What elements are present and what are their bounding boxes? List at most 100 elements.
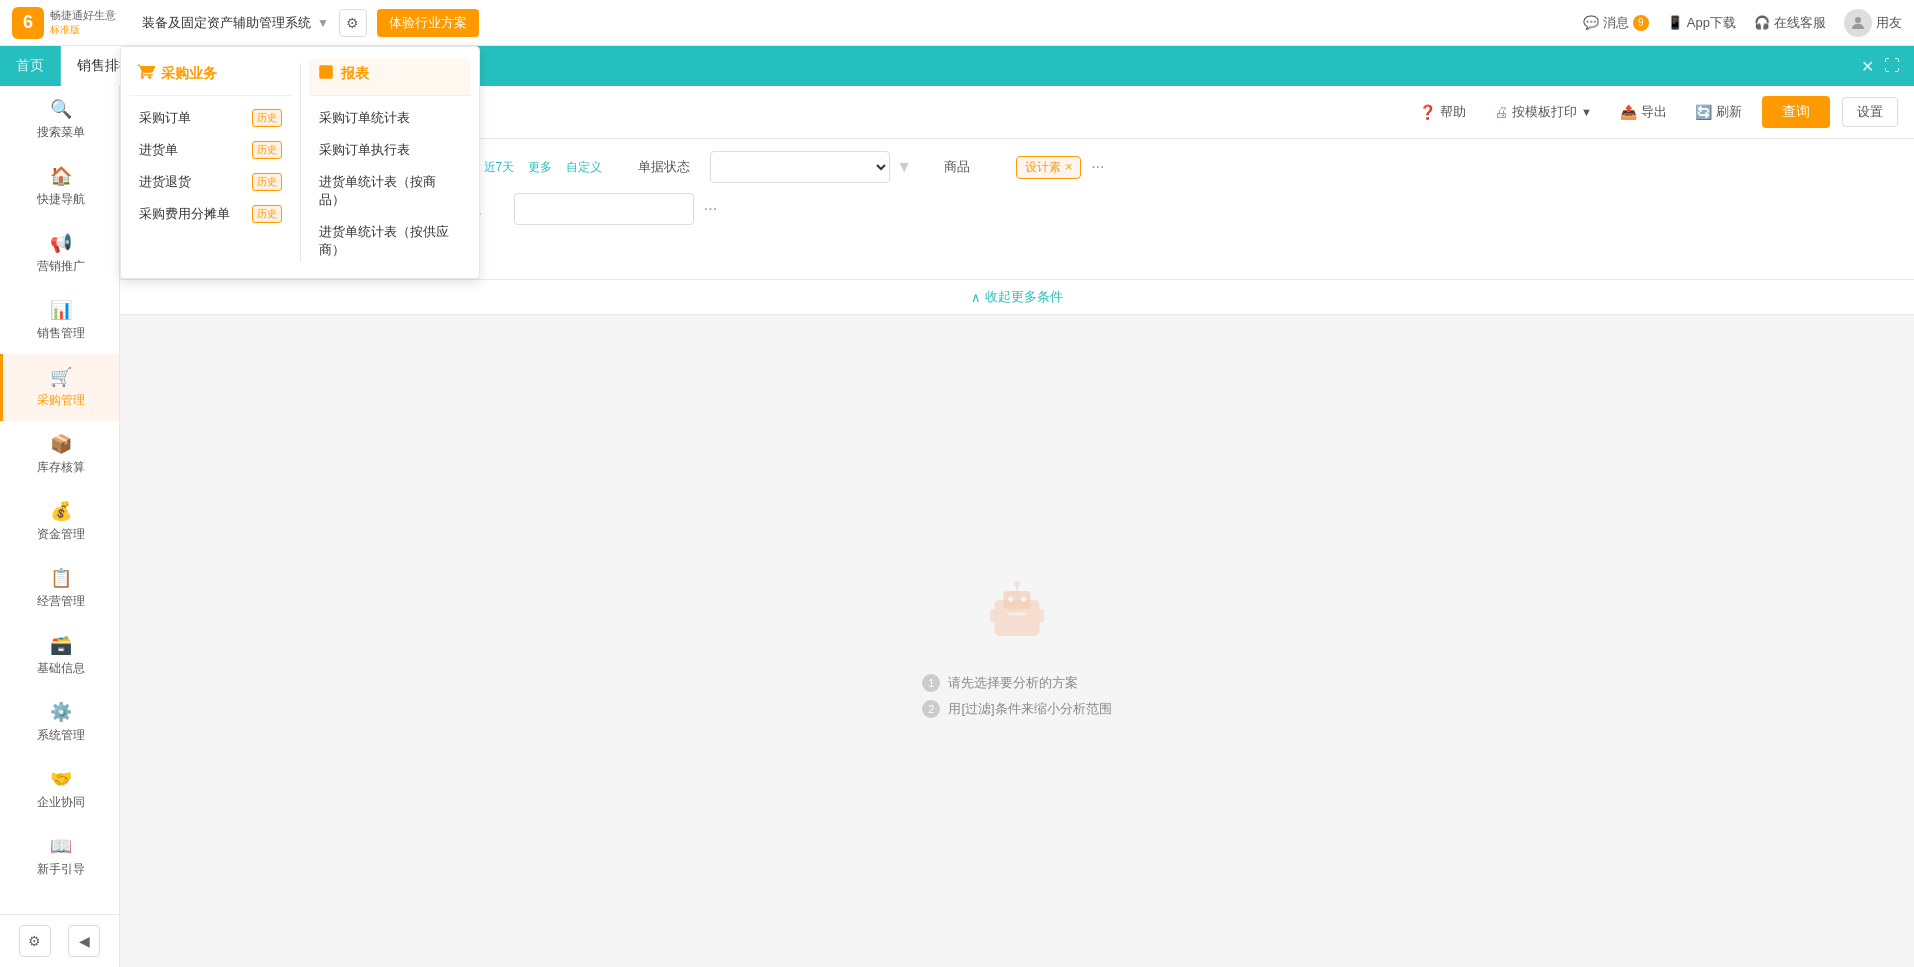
sidebar-item-enterprise[interactable]: 🤝 企业协同 — [0, 756, 119, 823]
svg-point-10 — [141, 76, 144, 79]
dropdown-item-order-exec[interactable]: 采购订单执行表 — [309, 134, 472, 166]
logo: 6 畅捷通好生意 标准版 — [12, 7, 132, 39]
sidebar-item-purchase[interactable]: 🛒 采购管理 — [0, 354, 119, 421]
sidebar-settings-btn[interactable]: ⚙ — [19, 925, 51, 957]
basic-icon: 🗃️ — [50, 634, 72, 656]
guide-icon: 📖 — [50, 835, 72, 857]
help-icon: ❓ — [1419, 104, 1436, 120]
help-label: 帮助 — [1440, 103, 1466, 121]
sidebar-item-search[interactable]: 🔍 搜索菜单 — [0, 86, 119, 153]
query-button[interactable]: 查询 — [1762, 96, 1830, 128]
status-select-wrapper: ▼ — [710, 151, 912, 183]
preset-custom[interactable]: 自定义 — [562, 157, 606, 178]
tip-text-2: 用[过滤]条件来缩小分析范围 — [948, 700, 1111, 718]
status-label: 单据状态 — [638, 158, 698, 176]
sales-icon: 📊 — [50, 299, 72, 321]
system-name[interactable]: 装备及固定资产辅助管理系统 ▼ — [142, 14, 329, 32]
preset-more[interactable]: 更多 — [524, 157, 556, 178]
sidebar-item-marketing[interactable]: 📢 营销推广 — [0, 220, 119, 287]
purchase-icon: 🛒 — [50, 366, 72, 388]
sidebar-item-sales-label: 销售管理 — [37, 325, 85, 342]
sidebar-item-system-label: 系统管理 — [37, 727, 85, 744]
app-download-btn[interactable]: 📱 App下载 — [1667, 14, 1736, 32]
sidebar-item-operations[interactable]: 📋 经营管理 — [0, 555, 119, 622]
online-service-btn[interactable]: 🎧 在线客服 — [1754, 14, 1826, 32]
empty-tips: 1 请先选择要分析的方案 2 用[过滤]条件来缩小分析范围 — [922, 674, 1111, 718]
purchase-order-badge: 历史 — [252, 109, 282, 127]
sidebar-collapse-btn[interactable]: ◀ — [68, 925, 100, 957]
capital-icon: 💰 — [50, 500, 72, 522]
tab-home[interactable]: 首页 — [0, 46, 61, 86]
search-icon: 🔍 — [50, 98, 72, 120]
sidebar-item-system[interactable]: ⚙️ 系统管理 — [0, 689, 119, 756]
expense-badge: 历史 — [252, 205, 282, 223]
print-button[interactable]: 🖨 按模板打印 ▼ — [1486, 99, 1600, 125]
export-button[interactable]: 📤 导出 — [1612, 99, 1675, 125]
goods-tag-close[interactable]: × — [1065, 160, 1072, 174]
reports-col-title: 报表 — [309, 59, 472, 96]
status-expand-icon: ▼ — [896, 158, 912, 176]
tab-home-label: 首页 — [16, 57, 44, 75]
logo-name: 畅捷通好生意 — [50, 8, 116, 22]
topbar-right: 💬 消息 9 📱 App下载 🎧 在线客服 用友 — [1583, 9, 1902, 37]
dropdown-item-return[interactable]: 进货退货 历史 — [129, 166, 292, 198]
goods-ellipsis[interactable]: ··· — [1087, 158, 1108, 176]
app-download-label: App下载 — [1687, 14, 1736, 32]
svg-rect-6 — [990, 609, 995, 623]
purchase-order-label: 采购订单 — [139, 109, 191, 127]
dropdown-item-receipt-supplier[interactable]: 进货单统计表（按供应商） — [309, 216, 472, 266]
reports-col-title-text: 报表 — [341, 65, 369, 83]
collapse-button[interactable]: ∧ 收起更多条件 — [120, 280, 1914, 315]
dropdown-columns: 采购业务 采购订单 历史 进货单 历史 进货退货 历史 采购费用分摊单 历史 — [121, 59, 479, 266]
sidebar-item-operations-label: 经营管理 — [37, 593, 85, 610]
sidebar-item-marketing-label: 营销推广 — [37, 258, 85, 275]
svg-rect-7 — [1039, 609, 1044, 623]
return-label: 进货退货 — [139, 173, 191, 191]
sidebar-item-quicknav[interactable]: 🏠 快捷导航 — [0, 153, 119, 220]
user-label: 用友 — [1876, 14, 1902, 32]
message-icon: 💬 — [1583, 15, 1599, 30]
sidebar-item-basic[interactable]: 🗃️ 基础信息 — [0, 622, 119, 689]
sidebar-item-guide[interactable]: 📖 新手引导 — [0, 823, 119, 890]
user-btn[interactable]: 用友 — [1844, 9, 1902, 37]
svg-point-3 — [1008, 596, 1013, 601]
dropdown-item-order-stats[interactable]: 采购订单统计表 — [309, 102, 472, 134]
sidebar-item-sales[interactable]: 📊 销售管理 — [0, 287, 119, 354]
dropdown-item-receipt-goods[interactable]: 进货单统计表（按商品） — [309, 166, 472, 216]
dropdown-item-expense[interactable]: 采购费用分摊单 历史 — [129, 198, 292, 230]
purchase-col-icon — [137, 63, 155, 85]
preset-7days[interactable]: 近7天 — [480, 157, 519, 178]
sidebar-item-guide-label: 新手引导 — [37, 861, 85, 878]
salesperson-input[interactable] — [514, 193, 694, 225]
salesperson-ellipsis[interactable]: ··· — [700, 200, 721, 218]
order-exec-label: 采购订单执行表 — [319, 141, 410, 159]
sidebar-item-enterprise-label: 企业协同 — [37, 794, 85, 811]
settings-button[interactable]: 设置 — [1842, 97, 1898, 127]
salesperson-wrapper: ··· — [514, 193, 721, 225]
logo-icon: 6 — [12, 7, 44, 39]
collapse-arrow-icon: ∧ — [971, 290, 981, 305]
empty-tip-1: 1 请先选择要分析的方案 — [922, 674, 1111, 692]
tip-num-2: 2 — [922, 700, 940, 718]
message-badge: 9 — [1633, 15, 1649, 31]
maximize-icon[interactable]: ⛶ — [1884, 57, 1900, 75]
help-button[interactable]: ❓ 帮助 — [1411, 99, 1474, 125]
message-btn[interactable]: 💬 消息 9 — [1583, 14, 1649, 32]
inventory-icon: 📦 — [50, 433, 72, 455]
system-icon: ⚙️ — [50, 701, 72, 723]
status-select[interactable] — [710, 151, 890, 183]
experience-button[interactable]: 体验行业方案 — [377, 9, 479, 37]
sidebar-item-capital[interactable]: 💰 资金管理 — [0, 488, 119, 555]
sidebar-item-inventory[interactable]: 📦 库存核算 — [0, 421, 119, 488]
svg-rect-2 — [1004, 591, 1031, 609]
marketing-icon: 📢 — [50, 232, 72, 254]
close-tab-icon[interactable]: ✕ — [1861, 57, 1874, 76]
settings-icon[interactable]: ⚙ — [339, 9, 367, 37]
refresh-button[interactable]: 🔄 刷新 — [1687, 99, 1750, 125]
online-service-label: 在线客服 — [1774, 14, 1826, 32]
dropdown-item-receipt[interactable]: 进货单 历史 — [129, 134, 292, 166]
home-icon: 🏠 — [50, 165, 72, 187]
logo-edition: 标准版 — [50, 23, 116, 37]
goods-tag: 设计素 × — [1016, 156, 1081, 179]
dropdown-item-purchase-order[interactable]: 采购订单 历史 — [129, 102, 292, 134]
